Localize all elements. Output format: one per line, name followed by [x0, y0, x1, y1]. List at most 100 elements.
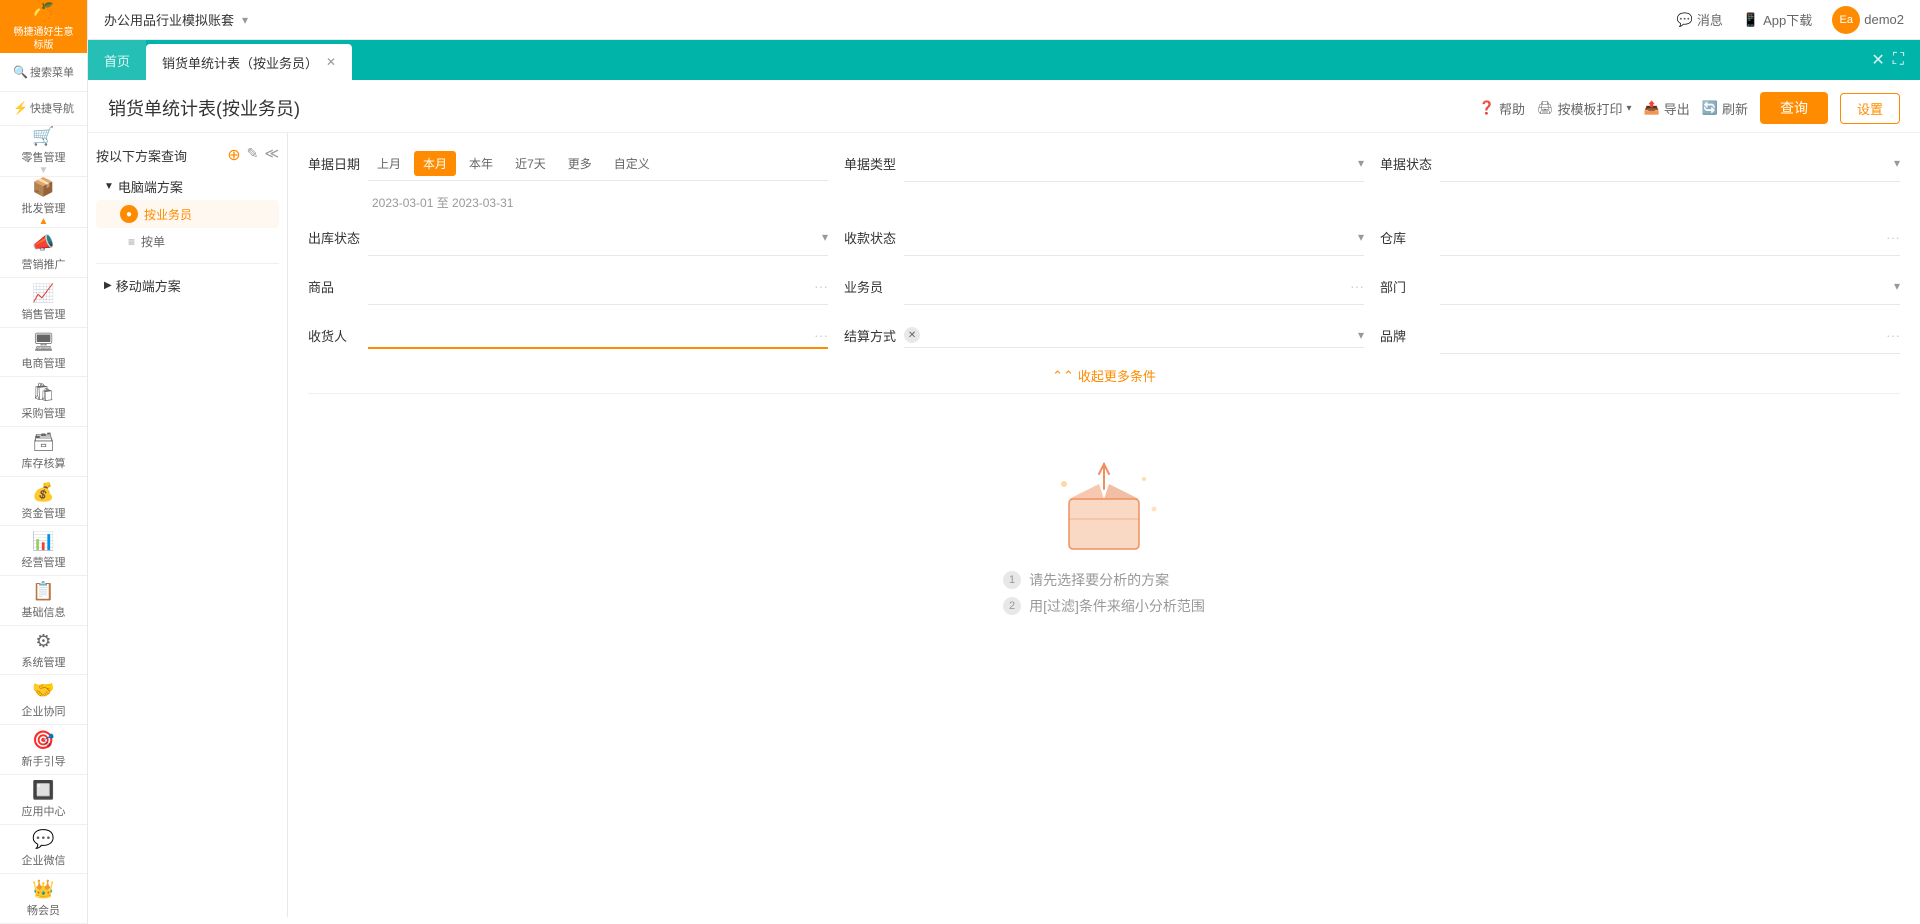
date-btn-thisyear[interactable]: 本年 — [460, 151, 502, 176]
sidebar-item-inventory[interactable]: 🗃 库存核算 — [0, 427, 88, 477]
receiver-label: 收货人 — [308, 326, 360, 345]
sidebar-search[interactable]: 🔍 搜索菜单 — [0, 53, 88, 91]
tab-close-button[interactable]: ✕ — [326, 55, 336, 69]
sidebar-item-system[interactable]: ⚙ 系统管理 — [0, 626, 88, 676]
doc-scheme-icon: ≡ — [128, 235, 135, 249]
sales-label: 销售管理 — [22, 306, 66, 322]
help-action[interactable]: ❓ 帮助 — [1479, 99, 1525, 118]
sidebar-item-basic[interactable]: 📋 基础信息 — [0, 576, 88, 626]
page-header: 销货单统计表(按业务员) ❓ 帮助 🖨 按模板打印 ▾ 📤 导出 — [88, 80, 1920, 133]
desktop-group-header[interactable]: ▼ 电脑端方案 — [96, 173, 279, 200]
header-dropdown-icon[interactable]: ▾ — [242, 13, 248, 27]
docstatus-dropdown[interactable]: ▾ — [1440, 149, 1900, 177]
sidebar-item-wholesale[interactable]: 📦 批发管理 ▲ — [0, 177, 88, 228]
date-btn-thismonth[interactable]: 本月 — [414, 151, 456, 176]
tab-home[interactable]: 首页 — [88, 40, 146, 80]
right-panel: 单据日期 上月 本月 本年 近7天 更多 自定义 — [288, 133, 1920, 917]
export-action[interactable]: 📤 导出 — [1644, 99, 1690, 118]
dept-dropdown[interactable]: ▾ — [1440, 272, 1900, 300]
refresh-action[interactable]: 🔄 刷新 — [1702, 99, 1748, 118]
app-download-button[interactable]: 📱 App下载 — [1743, 10, 1812, 29]
filter-row-4: 收货人 ··· 结算方式 ✕ — [308, 317, 1900, 354]
collapse-icon: ⌃⌃ — [1052, 368, 1074, 384]
date-btn-custom[interactable]: 自定义 — [605, 151, 659, 176]
goods-dropdown[interactable]: ··· — [368, 272, 828, 300]
date-btn-more[interactable]: 更多 — [559, 151, 601, 176]
app-download-label: App下载 — [1763, 10, 1812, 29]
filter-payment: 收款状态 ▾ — [844, 219, 1364, 256]
scheme-item-doc[interactable]: ≡ 按单 — [96, 228, 279, 255]
date-btn-lastmonth[interactable]: 上月 — [368, 151, 410, 176]
scheme-item-salesperson[interactable]: ● 按业务员 — [96, 200, 279, 228]
sidebar-item-marketing[interactable]: 📣 营销推广 — [0, 228, 88, 278]
docstatus-label: 单据状态 — [1380, 154, 1432, 173]
settings-button[interactable]: 设置 — [1840, 93, 1900, 124]
tab-close-all-icon[interactable]: ✕ — [1871, 50, 1884, 70]
refresh-label: 刷新 — [1722, 99, 1748, 118]
sidebar-item-operations[interactable]: 📊 经营管理 — [0, 526, 88, 576]
empty-tips: 1 请先选择要分析的方案 2 用[过滤]条件来缩小分析范围 — [1003, 570, 1205, 616]
payment-dropdown[interactable]: ▾ — [904, 223, 1364, 251]
mobile-group-header[interactable]: ▶ 移动端方案 — [96, 272, 279, 299]
date-btn-7days[interactable]: 近7天 — [506, 151, 555, 176]
settlement-tag-close[interactable]: ✕ — [904, 327, 920, 343]
sidebar-item-retail[interactable]: 🛒 零售管理 ▼ — [0, 126, 88, 177]
filter-date: 单据日期 上月 本月 本年 近7天 更多 自定义 — [308, 147, 828, 181]
marketing-icon: 📣 — [32, 233, 54, 254]
add-scheme-icon[interactable]: ⊕ — [227, 145, 240, 165]
sidebar-item-finance[interactable]: 💰 资金管理 — [0, 477, 88, 527]
messages-button[interactable]: 💬 消息 — [1677, 10, 1723, 29]
salesperson-control: ··· — [904, 268, 1364, 305]
docstatus-control: ▾ — [1440, 145, 1900, 182]
outstock-control: ▾ — [368, 219, 828, 256]
receiver-dots[interactable]: ··· — [814, 327, 828, 343]
sidebar-item-newbie[interactable]: 🎯 新手引导 — [0, 725, 88, 775]
settlement-arrow: ▾ — [1358, 328, 1364, 342]
collapse-left-icon[interactable]: ≪ — [264, 145, 279, 165]
finance-icon: 💰 — [32, 482, 54, 503]
goods-dots[interactable]: ··· — [814, 278, 828, 294]
user-profile[interactable]: Ea demo2 — [1832, 6, 1904, 34]
sidebar-item-apps[interactable]: 🔲 应用中心 — [0, 775, 88, 825]
wechat-icon: 💬 — [32, 829, 54, 850]
tab-expand-icon[interactable]: ⛶ — [1893, 51, 1904, 69]
date-label: 单据日期 — [308, 154, 360, 173]
mobile-group-expand-icon: ▶ — [104, 280, 112, 291]
collapse-filters[interactable]: ⌃⌃ 收起更多条件 — [308, 366, 1900, 385]
sidebar-quick-nav[interactable]: ⚡ 快捷导航 — [0, 92, 88, 126]
finance-label: 资金管理 — [22, 505, 66, 521]
doctype-dropdown[interactable]: ▾ — [904, 149, 1364, 177]
nav-icon: ⚡ — [13, 101, 28, 115]
warehouse-dropdown[interactable]: ··· — [1440, 223, 1900, 251]
help-icon: ❓ — [1479, 100, 1495, 116]
brand-dots[interactable]: ··· — [1886, 327, 1900, 343]
edit-scheme-icon[interactable]: ✎ — [247, 145, 259, 165]
receiver-input[interactable] — [368, 327, 810, 342]
payment-label: 收款状态 — [844, 228, 896, 247]
sidebar-item-purchase[interactable]: 🛍 采购管理 — [0, 377, 88, 427]
sidebar-item-wechat[interactable]: 💬 企业微信 — [0, 825, 88, 875]
empty-tip-1-text: 请先选择要分析的方案 — [1029, 570, 1169, 590]
sidebar-item-ecommerce[interactable]: 🖥 电商管理 — [0, 328, 88, 378]
date-range-display: 2023-03-01 至 2023-03-31 — [308, 194, 1900, 219]
template-print-action[interactable]: 🖨 按模板打印 ▾ — [1537, 99, 1632, 118]
warehouse-dots[interactable]: ··· — [1886, 229, 1900, 245]
ecommerce-icon: 🖥 — [32, 332, 55, 353]
salesperson-dots[interactable]: ··· — [1350, 278, 1364, 294]
dept-label: 部门 — [1380, 277, 1432, 296]
purchase-icon: 🛍 — [32, 382, 55, 403]
filter-doctype: 单据类型 ▾ — [844, 145, 1364, 182]
help-label: 帮助 — [1499, 99, 1525, 118]
scheme-active-icon: ● — [120, 205, 138, 223]
tip-num-2: 2 — [1003, 597, 1021, 615]
collapse-label: 收起更多条件 — [1078, 366, 1156, 385]
brand-dropdown[interactable]: ··· — [1440, 321, 1900, 349]
sidebar-item-sales[interactable]: 📈 销售管理 — [0, 278, 88, 328]
sidebar-item-member[interactable]: 👑 畅会员 — [0, 874, 88, 924]
operations-label: 经营管理 — [22, 554, 66, 570]
outstock-dropdown[interactable]: ▾ — [368, 223, 828, 251]
tab-sales-stats[interactable]: 销货单统计表（按业务员） ✕ — [146, 44, 352, 80]
sidebar-item-enterprise[interactable]: 🤝 企业协同 — [0, 675, 88, 725]
salesperson-dropdown[interactable]: ··· — [904, 272, 1364, 300]
query-button[interactable]: 查询 — [1760, 92, 1828, 124]
